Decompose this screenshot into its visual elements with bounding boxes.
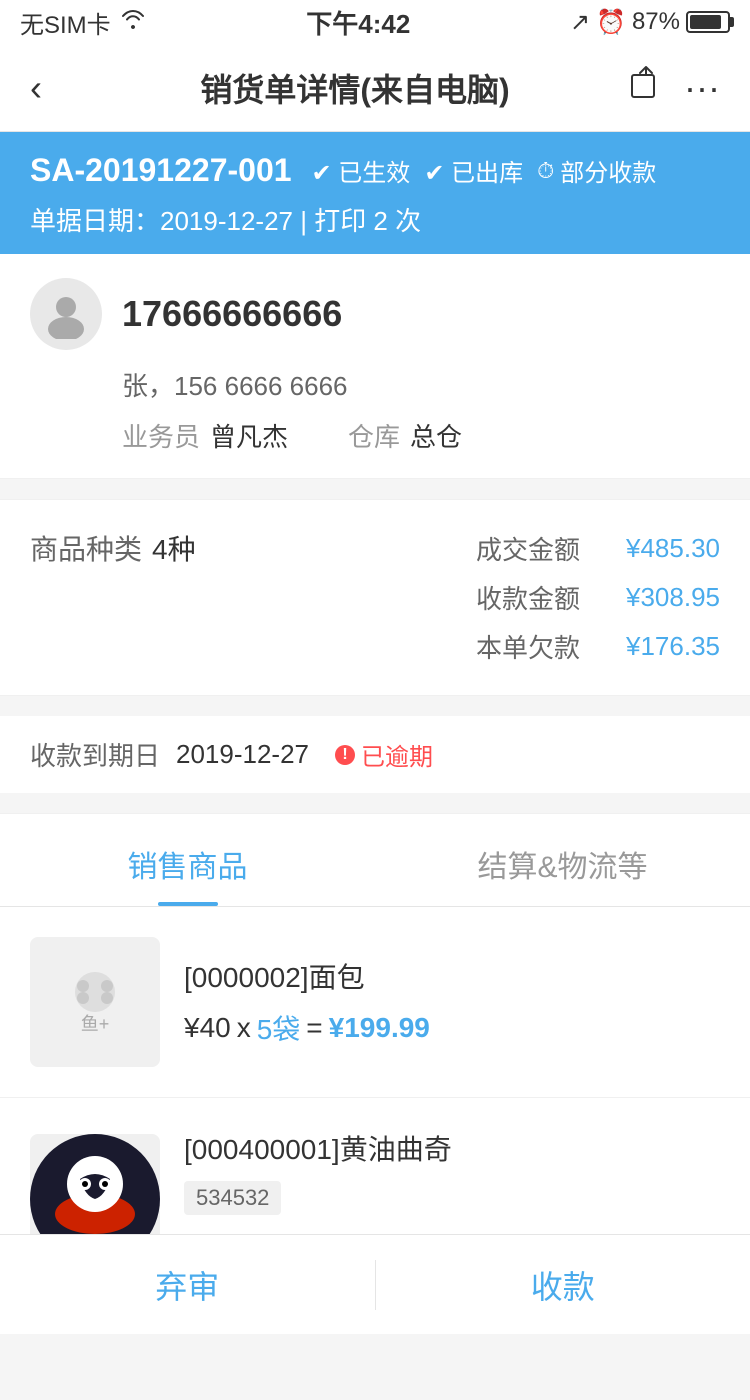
owed-row: 本单欠款 ¥176.35 [476, 622, 720, 671]
share-button[interactable] [628, 65, 664, 110]
warehouse-item: 仓库 总仓 [348, 417, 462, 454]
location-icon: ↗ [570, 8, 590, 37]
overdue-label: 收款到期日 [30, 736, 160, 773]
transaction-row: 成交金额 ¥485.30 [476, 524, 720, 573]
product-thumbnail: 鱼+ [30, 937, 160, 1067]
owed-amount: ¥176.35 [600, 631, 720, 662]
overdue-badge: ! 已逾期 [335, 737, 433, 772]
customer-name-info: 张，156 6666 6666 [30, 366, 720, 403]
category-count: 4种 [152, 528, 196, 568]
badge-effective: ✔ 已生效 [312, 153, 411, 188]
price-qty: 5袋 [257, 1008, 301, 1048]
warehouse-value: 总仓 [410, 417, 462, 454]
product-name: [000400001]黄油曲奇 [184, 1128, 720, 1168]
badge-partial: ⏱ 部分收款 [537, 153, 656, 188]
salesperson-item: 业务员 曾凡杰 [122, 417, 288, 454]
status-time: 下午4:42 [306, 4, 410, 41]
received-amount: ¥308.95 [600, 582, 720, 613]
customer-row: 17666666666 [30, 278, 720, 350]
more-button[interactable]: ··· [684, 67, 720, 109]
battery-icon [686, 11, 730, 33]
banner-date-row: 单据日期：2019-12-27 | 打印 2 次 [30, 201, 720, 238]
header-banner: SA-20191227-001 ✔ 已生效 ✔ 已出库 ⏱ 部分收款 单据日期：… [0, 132, 750, 254]
carrier-text: 无SIM卡 [20, 5, 111, 40]
tab-settlement[interactable]: 结算&物流等 [375, 814, 750, 906]
salesperson-label: 业务员 [122, 417, 200, 454]
tabs-row: 销售商品 结算&物流等 [0, 814, 750, 907]
status-bar: 无SIM卡 下午4:42 ↗ ⏰ 87% [0, 0, 750, 44]
customer-phone: 17666666666 [122, 293, 342, 335]
wifi-icon [119, 8, 147, 36]
battery-percent: 87% [632, 8, 680, 36]
summary-left: 商品种类 4种 [30, 524, 196, 572]
transaction-amount: ¥485.30 [600, 533, 720, 564]
category-label: 商品种类 [30, 528, 142, 568]
transaction-label: 成交金额 [476, 530, 580, 567]
product-price: ¥40 x 5袋 = ¥199.99 [184, 1008, 720, 1048]
nav-bar: ‹ 销货单详情(来自电脑) ··· [0, 44, 750, 132]
overdue-warning-icon: ! [335, 745, 355, 765]
category-item: 商品种类 4种 [30, 524, 196, 572]
overdue-date: 2019-12-27 [176, 739, 309, 770]
avatar [30, 278, 102, 350]
summary-right: 成交金额 ¥485.30 收款金额 ¥308.95 本单欠款 ¥176.35 [476, 524, 720, 671]
order-id: SA-20191227-001 [30, 152, 292, 189]
cancel-button[interactable]: 弃审 [0, 1235, 375, 1334]
customer-section: 17666666666 张，156 6666 6666 业务员 曾凡杰 仓库 总… [0, 254, 750, 479]
list-item: 鱼+ [0000002]面包 ¥40 x 5袋 = ¥199.99 [0, 907, 750, 1098]
back-button[interactable]: ‹ [30, 67, 90, 109]
status-left: 无SIM卡 [20, 5, 147, 40]
warehouse-label: 仓库 [348, 417, 400, 454]
product-name: [0000002]面包 [184, 956, 720, 996]
banner-row1: SA-20191227-001 ✔ 已生效 ✔ 已出库 ⏱ 部分收款 [30, 152, 720, 189]
overdue-text: 已逾期 [361, 737, 433, 772]
summary-row: 商品种类 4种 成交金额 ¥485.30 收款金额 ¥308.95 本单欠款 ¥… [30, 524, 720, 671]
owed-label: 本单欠款 [476, 628, 580, 665]
bottom-bar: 弃审 收款 [0, 1234, 750, 1334]
price-base: ¥40 [184, 1012, 231, 1044]
badges: ✔ 已生效 ✔ 已出库 ⏱ 部分收款 [312, 153, 657, 188]
received-row: 收款金额 ¥308.95 [476, 573, 720, 622]
received-label: 收款金额 [476, 579, 580, 616]
tabs-section: 销售商品 结算&物流等 [0, 813, 750, 907]
price-total: ¥199.99 [329, 1012, 430, 1044]
thumb-placeholder: 鱼+ [30, 937, 160, 1067]
summary-section: 商品种类 4种 成交金额 ¥485.30 收款金额 ¥308.95 本单欠款 ¥… [0, 499, 750, 696]
svg-text:鱼+: 鱼+ [81, 1014, 110, 1034]
nav-actions: ··· [620, 65, 720, 110]
status-right: ↗ ⏰ 87% [570, 8, 730, 37]
alarm-icon: ⏰ [596, 8, 626, 37]
salesperson-value: 曾凡杰 [210, 417, 288, 454]
tab-products[interactable]: 销售商品 [0, 814, 375, 906]
product-sku: 534532 [184, 1181, 281, 1215]
overdue-section: 收款到期日 2019-12-27 ! 已逾期 [0, 716, 750, 793]
customer-meta: 业务员 曾凡杰 仓库 总仓 [30, 417, 720, 454]
product-info: [0000002]面包 ¥40 x 5袋 = ¥199.99 [184, 956, 720, 1048]
clock-icon: ⏱ [537, 158, 554, 184]
page-title: 销货单详情(来自电脑) [90, 65, 620, 111]
badge-shipped: ✔ 已出库 [424, 153, 523, 188]
confirm-button[interactable]: 收款 [376, 1235, 750, 1334]
